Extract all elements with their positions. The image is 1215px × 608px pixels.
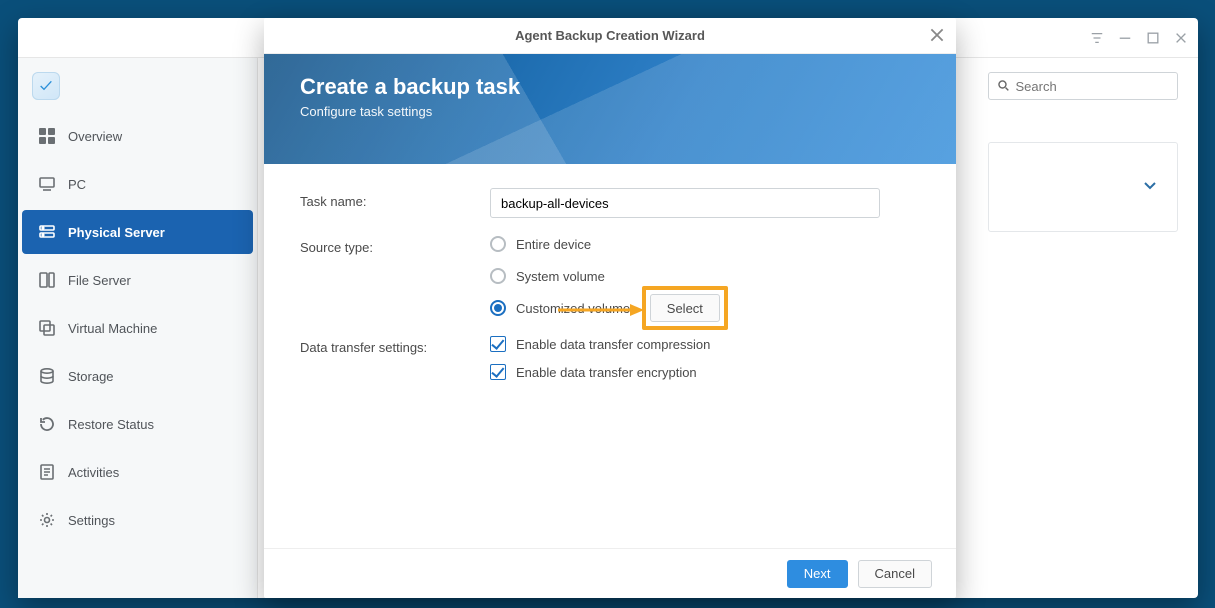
sidebar-item-label: Settings xyxy=(68,513,115,528)
minimize-icon[interactable] xyxy=(1118,31,1132,45)
label-data-transfer: Data transfer settings: xyxy=(300,334,490,355)
sidebar-item-label: Storage xyxy=(68,369,114,384)
pc-icon xyxy=(38,175,56,193)
overview-icon xyxy=(38,127,56,145)
sidebar-item-label: Restore Status xyxy=(68,417,154,432)
sidebar-item-label: Virtual Machine xyxy=(68,321,157,336)
app-logo-icon xyxy=(32,72,60,100)
label-task-name: Task name: xyxy=(300,188,490,209)
search-icon xyxy=(997,79,1010,93)
restore-icon xyxy=(38,415,56,433)
wizard-title: Agent Backup Creation Wizard xyxy=(515,28,705,43)
radio-label-entire: Entire device xyxy=(516,237,591,252)
sidebar-item-file-server[interactable]: File Server xyxy=(22,258,253,302)
sidebar-item-settings[interactable]: Settings xyxy=(22,498,253,542)
wizard-body: Task name: Source type: Entire device Sy… xyxy=(264,164,956,548)
search-input[interactable] xyxy=(1016,79,1170,94)
side-panel-card[interactable] xyxy=(988,142,1178,232)
filter-icon[interactable] xyxy=(1090,31,1104,45)
sidebar-item-activities[interactable]: Activities xyxy=(22,450,253,494)
checkbox-compression[interactable] xyxy=(490,336,506,352)
cancel-button[interactable]: Cancel xyxy=(858,560,932,588)
next-button[interactable]: Next xyxy=(787,560,848,588)
sidebar-item-label: Activities xyxy=(68,465,119,480)
radio-customized-volume[interactable] xyxy=(490,300,506,316)
wizard-dialog: Agent Backup Creation Wizard Create a ba… xyxy=(264,18,956,598)
checkbox-label-encryption: Enable data transfer encryption xyxy=(516,365,697,380)
label-source-type: Source type: xyxy=(300,234,490,255)
wizard-banner: Create a backup task Configure task sett… xyxy=(264,54,956,164)
close-icon[interactable] xyxy=(1174,31,1188,45)
gear-icon xyxy=(38,511,56,529)
sidebar-item-label: Overview xyxy=(68,129,122,144)
radio-entire-device[interactable] xyxy=(490,236,506,252)
activities-icon xyxy=(38,463,56,481)
checkbox-encryption[interactable] xyxy=(490,364,506,380)
radio-label-system: System volume xyxy=(516,269,605,284)
maximize-icon[interactable] xyxy=(1146,31,1160,45)
wizard-footer: Next Cancel xyxy=(264,548,956,598)
sidebar-item-label: File Server xyxy=(68,273,131,288)
chevron-down-icon xyxy=(1141,174,1159,200)
select-volume-button[interactable]: Select xyxy=(650,294,720,322)
wizard-heading: Create a backup task xyxy=(300,74,920,100)
radio-label-custom: Customized volume: xyxy=(516,301,634,316)
wizard-subheading: Configure task settings xyxy=(300,104,920,119)
search-box[interactable] xyxy=(988,72,1178,100)
sidebar-item-storage[interactable]: Storage xyxy=(22,354,253,398)
server-icon xyxy=(38,223,56,241)
wizard-close-icon[interactable] xyxy=(928,26,946,44)
sidebar-item-virtual-machine[interactable]: Virtual Machine xyxy=(22,306,253,350)
vm-icon xyxy=(38,319,56,337)
sidebar: Overview PC Physical Server File Server xyxy=(18,58,258,598)
sidebar-item-label: Physical Server xyxy=(68,225,165,240)
sidebar-item-overview[interactable]: Overview xyxy=(22,114,253,158)
radio-system-volume[interactable] xyxy=(490,268,506,284)
sidebar-item-label: PC xyxy=(68,177,86,192)
sidebar-item-physical-server[interactable]: Physical Server xyxy=(22,210,253,254)
sidebar-item-pc[interactable]: PC xyxy=(22,162,253,206)
fileserver-icon xyxy=(38,271,56,289)
storage-icon xyxy=(38,367,56,385)
task-name-input[interactable] xyxy=(490,188,880,218)
wizard-titlebar: Agent Backup Creation Wizard xyxy=(264,18,956,54)
checkbox-label-compression: Enable data transfer compression xyxy=(516,337,710,352)
sidebar-item-restore-status[interactable]: Restore Status xyxy=(22,402,253,446)
